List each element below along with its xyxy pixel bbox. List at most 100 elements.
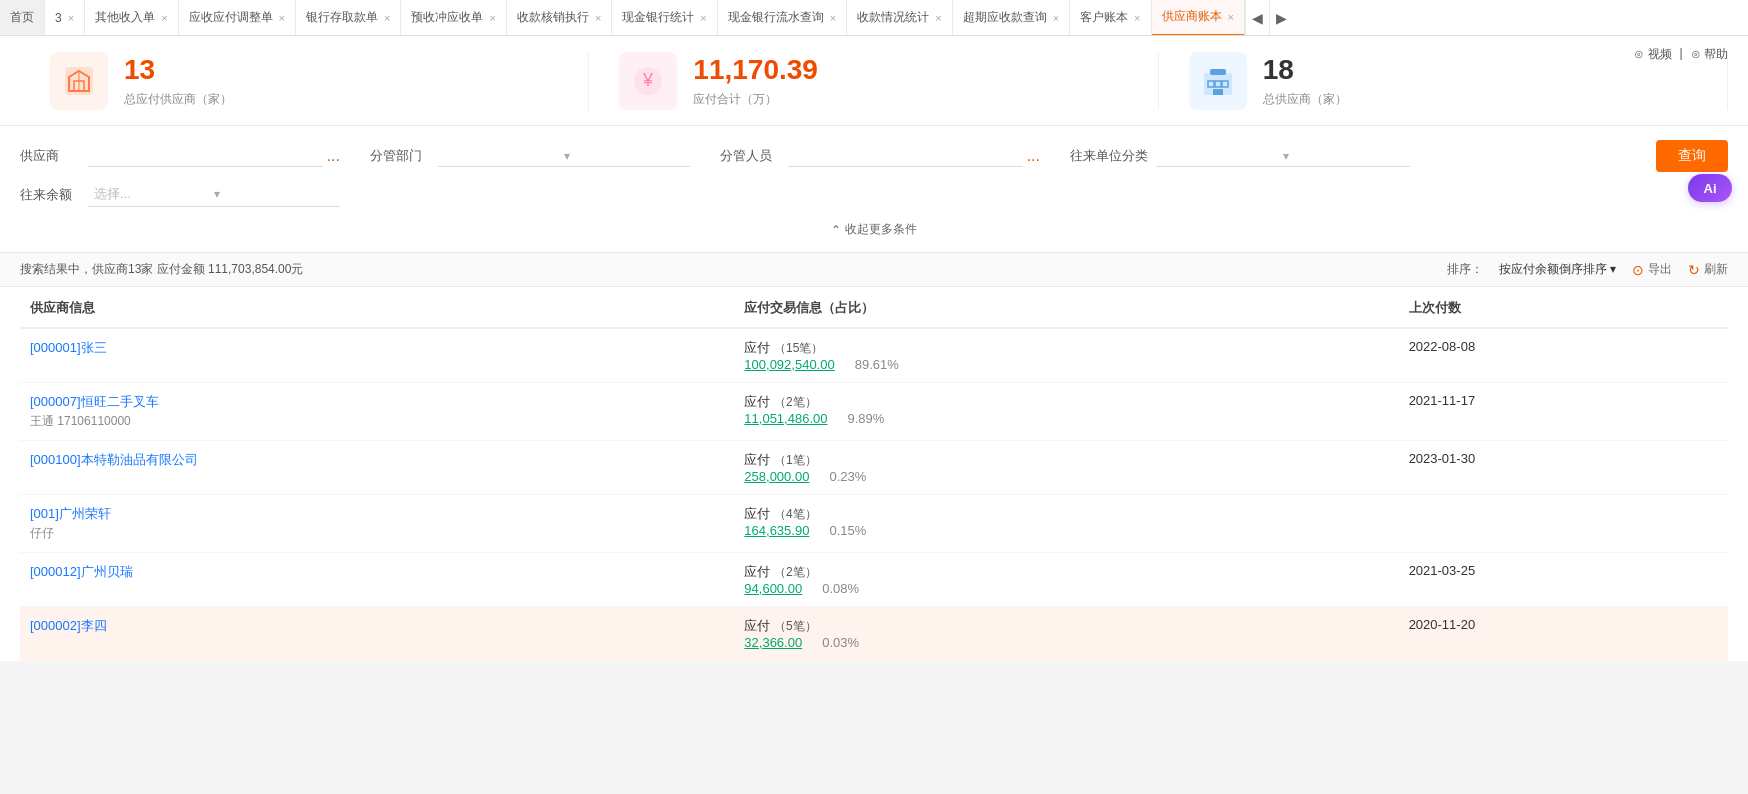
nav-tab-3[interactable]: 3 × [45,0,85,36]
supplier-link[interactable]: [000002]李四 [30,618,107,633]
supplier-dots[interactable]: ... [327,147,340,165]
nav-tab-cash-stat-label: 现金银行统计 [622,9,694,26]
table-row: [000012]广州贝瑞应付 （2笔）94,600.000.08%2021-03… [20,553,1728,607]
video-link[interactable]: ⊙ 视频 [1634,46,1671,63]
ai-button[interactable]: Ai [1688,174,1732,202]
payable-total-content: 11,170.39 应付合计（万） [693,53,818,108]
nav-next-button[interactable]: ▶ [1269,0,1293,36]
supplier-sub-info: 仔仔 [30,525,724,542]
supplier-link[interactable]: [000001]张三 [30,340,107,355]
nav-tab-home[interactable]: 首页 [0,0,45,36]
ai-button-label: Ai [1704,181,1717,196]
nav-tab-customer-ledger[interactable]: 客户账本 × [1070,0,1151,36]
payable-supplier-content: 13 总应付供应商（家） [124,53,232,108]
nav-tab-adjustment-close[interactable]: × [279,12,285,24]
result-actions: 排序： 按应付余额倒序排序 ▾ ⊙ 导出 ↻ 刷新 [1447,261,1728,278]
supplier-link[interactable]: [001]广州荣轩 [30,506,111,521]
balance-select[interactable]: 选择... ▾ [88,182,340,207]
filter-balance: 往来余额 选择... ▾ [20,182,340,207]
nav-tab-bank[interactable]: 银行存取款单 × [296,0,401,36]
nav-tab-overdue[interactable]: 超期应收款查询 × [953,0,1070,36]
total-supplier-label: 总供应商（家） [1263,91,1347,108]
tx-count: （15笔） [774,341,823,355]
nav-tab-collection-close[interactable]: × [595,12,601,24]
export-label: 导出 [1648,261,1672,278]
nav-tab-cash-flow-close[interactable]: × [830,12,836,24]
nav-tab-receipt-stat[interactable]: 收款情况统计 × [847,0,952,36]
tx-type: 应付 [744,340,770,355]
collapse-button[interactable]: ⌃ 收起更多条件 [814,217,934,242]
last-payment-cell: 2021-11-17 [1399,383,1728,441]
nav-tab-supplier-ledger-close[interactable]: × [1228,11,1234,23]
nav-tab-advance[interactable]: 预收冲应收单 × [401,0,506,36]
sort-select[interactable]: 按应付余额倒序排序 ▾ [1499,261,1616,278]
nav-tab-bank-label: 银行存取款单 [306,9,378,26]
person-input[interactable] [788,145,1023,167]
table-header-row: 供应商信息 应付交易信息（占比） 上次付数 [20,287,1728,328]
nav-tab-adjustment[interactable]: 应收应付调整单 × [179,0,296,36]
tx-amount-link[interactable]: 11,051,486.00 [744,411,827,426]
supplier-link[interactable]: [000100]本特勒油品有限公司 [30,452,198,467]
supplier-info-cell: [000002]李四 [20,607,734,661]
refresh-icon: ↻ [1688,262,1700,278]
supplier-input[interactable] [88,145,323,167]
nav-tab-cash-stat-close[interactable]: × [700,12,706,24]
category-arrow-icon: ▾ [1283,149,1404,163]
refresh-button[interactable]: ↻ 刷新 [1688,261,1728,278]
sort-label: 排序： [1447,261,1483,278]
payable-supplier-label: 总应付供应商（家） [124,91,232,108]
tx-amount-link[interactable]: 100,092,540.00 [744,357,834,372]
balance-placeholder: 选择... [94,185,214,203]
tx-amount-row: 11,051,486.009.89% [744,411,1388,426]
result-bar: 搜索结果中，供应商13家 应付金额 111,703,854.00元 排序： 按应… [0,253,1748,287]
tx-amount-link[interactable]: 164,635.90 [744,523,809,538]
filter-area: 供应商 ... 分管部门 ▾ 分管人员 ... 往来单位分类 ▾ 查询 往来 [0,126,1748,253]
nav-tab-adjustment-label: 应收应付调整单 [189,9,273,26]
svg-rect-11 [1213,89,1223,95]
tx-amount-row: 164,635.900.15% [744,523,1388,538]
export-button[interactable]: ⊙ 导出 [1632,261,1672,278]
nav-tab-bank-close[interactable]: × [384,12,390,24]
category-select[interactable]: ▾ [1156,146,1410,167]
person-dots[interactable]: ... [1027,147,1040,165]
nav-tab-advance-close[interactable]: × [489,12,495,24]
transaction-info-cell: 应付 （2笔）11,051,486.009.89% [734,383,1398,441]
nav-tab-other-income[interactable]: 其他收入单 × [85,0,178,36]
tx-amount-link[interactable]: 32,366.00 [744,635,802,650]
data-table-wrap: 供应商信息 应付交易信息（占比） 上次付数 [000001]张三应付 （15笔）… [0,287,1748,661]
nav-tab-customer-ledger-close[interactable]: × [1134,12,1140,24]
supplier-link[interactable]: [000012]广州贝瑞 [30,564,133,579]
table-row: [000002]李四应付 （5笔）32,366.000.03%2020-11-2… [20,607,1728,661]
nav-tab-receipt-stat-close[interactable]: × [935,12,941,24]
tx-amount-link[interactable]: 94,600.00 [744,581,802,596]
tx-type-count: 应付 （5笔） [744,617,1388,635]
filter-dept: 分管部门 ▾ [370,146,690,167]
nav-tab-cash-flow[interactable]: 现金银行流水查询 × [718,0,847,36]
tx-type: 应付 [744,506,770,521]
transaction-info-cell: 应付 （5笔）32,366.00 0.03% [734,607,1398,661]
query-button[interactable]: 查询 [1656,140,1728,172]
nav-tab-overdue-close[interactable]: × [1053,12,1059,24]
tx-amount-row: 32,366.00 0.03% [744,635,1388,650]
tx-percent: 0.03% [822,635,859,650]
summary-bar: 13 总应付供应商（家） ¥ 11,170.39 应付合计（万） [0,36,1748,126]
nav-prev-button[interactable]: ◀ [1245,0,1269,36]
total-supplier-icon [1189,52,1247,110]
nav-tab-collection[interactable]: 收款核销执行 × [507,0,612,36]
tx-amount-link[interactable]: 258,000.00 [744,469,809,484]
transaction-info-cell: 应付 （15笔）100,092,540.0089.61% [734,328,1398,383]
dept-select[interactable]: ▾ [438,146,690,167]
nav-tab-other-income-close[interactable]: × [161,12,167,24]
tx-type: 应付 [744,394,770,409]
filter-category: 往来单位分类 ▾ [1070,146,1410,167]
collapse-label: 收起更多条件 [845,221,917,238]
nav-tab-cash-flow-label: 现金银行流水查询 [728,9,824,26]
transaction-info-cell: 应付 （4笔）164,635.900.15% [734,495,1398,553]
help-link[interactable]: ⊙ 帮助 [1691,46,1728,63]
nav-tab-3-close[interactable]: × [68,12,74,24]
supplier-link[interactable]: [000007]恒旺二手叉车 [30,394,159,409]
nav-tab-cash-stat[interactable]: 现金银行统计 × [612,0,717,36]
nav-tab-supplier-ledger[interactable]: 供应商账本 × [1152,0,1245,36]
last-payment-cell: 2021-03-25 [1399,553,1728,607]
table-row: [000100]本特勒油品有限公司应付 （1笔）258,000.000.23%2… [20,441,1728,495]
